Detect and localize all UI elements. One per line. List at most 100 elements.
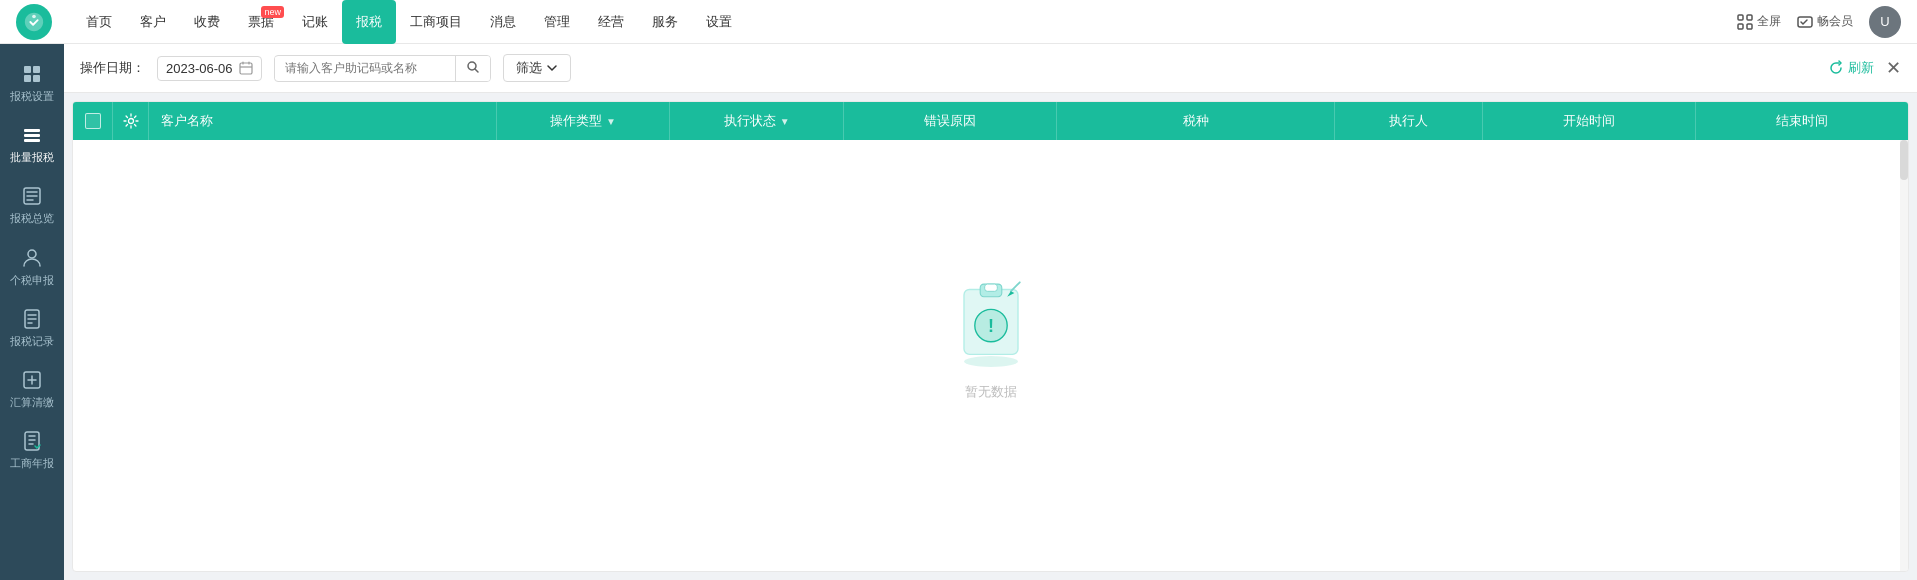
close-button[interactable]: ✕	[1886, 59, 1901, 77]
sidebar-item-tax-settings[interactable]: 报税设置	[0, 52, 64, 113]
fullscreen-label: 全屏	[1757, 13, 1781, 30]
svg-rect-4	[1747, 24, 1752, 29]
fullscreen-button[interactable]: 全屏	[1737, 13, 1781, 30]
search-box	[274, 55, 491, 82]
content-area: 操作日期： 2023-06-06 筛选	[64, 44, 1917, 580]
gear-icon	[123, 113, 139, 129]
svg-rect-9	[33, 75, 40, 82]
main-layout: 报税设置 批量报税 报税总览	[0, 44, 1917, 580]
app-logo[interactable]	[16, 4, 52, 40]
svg-rect-3	[1738, 24, 1743, 29]
vip-button[interactable]: 畅会员	[1797, 13, 1853, 30]
settings-icon	[20, 62, 44, 86]
annual-icon	[20, 429, 44, 453]
sidebar-item-tax-summary[interactable]: 报税总览	[0, 174, 64, 235]
search-input[interactable]	[275, 57, 455, 79]
table-container: 客户名称 操作类型 ▼ 执行状态 ▼ 错误原因 税种 执行人	[72, 101, 1909, 572]
empty-illustration: !	[946, 271, 1036, 371]
table-header: 客户名称 操作类型 ▼ 执行状态 ▼ 错误原因 税种 执行人	[73, 102, 1908, 140]
svg-text:!: !	[988, 315, 994, 335]
svg-rect-1	[1738, 15, 1743, 20]
svg-rect-18	[240, 63, 252, 74]
svg-point-20	[128, 119, 133, 124]
scrollbar-thumb[interactable]	[1900, 140, 1908, 180]
sidebar-item-tax-record[interactable]: 报税记录	[0, 297, 64, 358]
th-exec-status[interactable]: 执行状态 ▼	[670, 102, 844, 140]
search-button[interactable]	[455, 56, 490, 81]
sidebar-item-tax-summary-label: 报税总览	[10, 212, 54, 225]
nav-manage[interactable]: 管理	[530, 0, 584, 44]
sidebar-item-tax-record-label: 报税记录	[10, 335, 54, 348]
svg-rect-8	[24, 75, 31, 82]
sidebar-item-batch-tax-label: 批量报税	[10, 151, 54, 164]
nav-customer[interactable]: 客户	[126, 0, 180, 44]
chevron-down-icon	[546, 62, 558, 74]
nav-service[interactable]: 服务	[638, 0, 692, 44]
person-icon	[20, 246, 44, 270]
nav-fee[interactable]: 收费	[180, 0, 234, 44]
nav-home[interactable]: 首页	[72, 0, 126, 44]
summary-icon	[20, 184, 44, 208]
empty-state: ! 暂无数据	[946, 271, 1036, 401]
svg-rect-11	[24, 134, 40, 137]
nav-invoice[interactable]: 票据 new	[234, 0, 288, 44]
nav-message[interactable]: 消息	[476, 0, 530, 44]
date-picker[interactable]: 2023-06-06	[157, 56, 262, 81]
svg-rect-6	[24, 66, 31, 73]
empty-text: 暂无数据	[965, 383, 1017, 401]
filter-label: 筛选	[516, 59, 542, 77]
refresh-icon	[1828, 60, 1844, 76]
svg-point-14	[28, 250, 36, 258]
avatar[interactable]: U	[1869, 6, 1901, 38]
th-end-time: 结束时间	[1696, 102, 1908, 140]
svg-rect-10	[24, 129, 40, 132]
svg-rect-12	[24, 139, 40, 142]
sidebar-item-annual-report[interactable]: 工商年报	[0, 419, 64, 480]
new-badge: new	[261, 6, 284, 19]
th-gear[interactable]	[113, 102, 149, 140]
scrollbar-track[interactable]	[1900, 140, 1908, 571]
svg-rect-24	[984, 284, 997, 291]
sort-icon-op-type: ▼	[606, 116, 616, 127]
nav-operation[interactable]: 经营	[584, 0, 638, 44]
toolbar: 操作日期： 2023-06-06 筛选	[64, 44, 1917, 93]
svg-rect-7	[33, 66, 40, 73]
nav-industry[interactable]: 工商项目	[396, 0, 476, 44]
svg-rect-2	[1747, 15, 1752, 20]
calc-icon	[20, 368, 44, 392]
record-icon	[20, 307, 44, 331]
svg-point-21	[964, 356, 1018, 367]
th-tax-type: 税种	[1057, 102, 1335, 140]
refresh-button[interactable]: 刷新	[1828, 59, 1874, 77]
top-nav-right: 全屏 畅会员 U	[1737, 6, 1901, 38]
nav-bookkeeping[interactable]: 记账	[288, 0, 342, 44]
th-error: 错误原因	[844, 102, 1057, 140]
nav-items: 首页 客户 收费 票据 new 记账 报税 工商项目 消息 管理 经营 服务 设…	[72, 0, 1737, 44]
date-value: 2023-06-06	[166, 61, 233, 76]
th-executor: 执行人	[1335, 102, 1483, 140]
svg-point-0	[32, 14, 36, 18]
sidebar-item-calc-pay[interactable]: 汇算清缴	[0, 358, 64, 419]
nav-tax[interactable]: 报税	[342, 0, 396, 44]
sidebar: 报税设置 批量报税 报税总览	[0, 44, 64, 580]
sidebar-item-personal-tax[interactable]: 个税申报	[0, 236, 64, 297]
search-icon	[466, 60, 480, 74]
top-nav: 首页 客户 收费 票据 new 记账 报税 工商项目 消息 管理 经营 服务 设…	[0, 0, 1917, 44]
date-label: 操作日期：	[80, 59, 145, 77]
filter-button[interactable]: 筛选	[503, 54, 571, 82]
th-name: 客户名称	[149, 102, 497, 140]
vip-label: 畅会员	[1817, 13, 1853, 30]
sidebar-item-annual-report-label: 工商年报	[10, 457, 54, 470]
calendar-icon	[239, 61, 253, 75]
sidebar-item-tax-settings-label: 报税设置	[10, 90, 54, 103]
refresh-label: 刷新	[1848, 59, 1874, 77]
select-all-checkbox[interactable]	[85, 113, 101, 129]
th-op-type[interactable]: 操作类型 ▼	[497, 102, 671, 140]
th-check[interactable]	[73, 102, 113, 140]
nav-settings[interactable]: 设置	[692, 0, 746, 44]
sort-icon-exec-status: ▼	[780, 116, 790, 127]
sidebar-item-calc-pay-label: 汇算清缴	[10, 396, 54, 409]
batch-icon	[20, 123, 44, 147]
sidebar-item-batch-tax[interactable]: 批量报税	[0, 113, 64, 174]
table-body: ! 暂无数据	[73, 140, 1908, 571]
